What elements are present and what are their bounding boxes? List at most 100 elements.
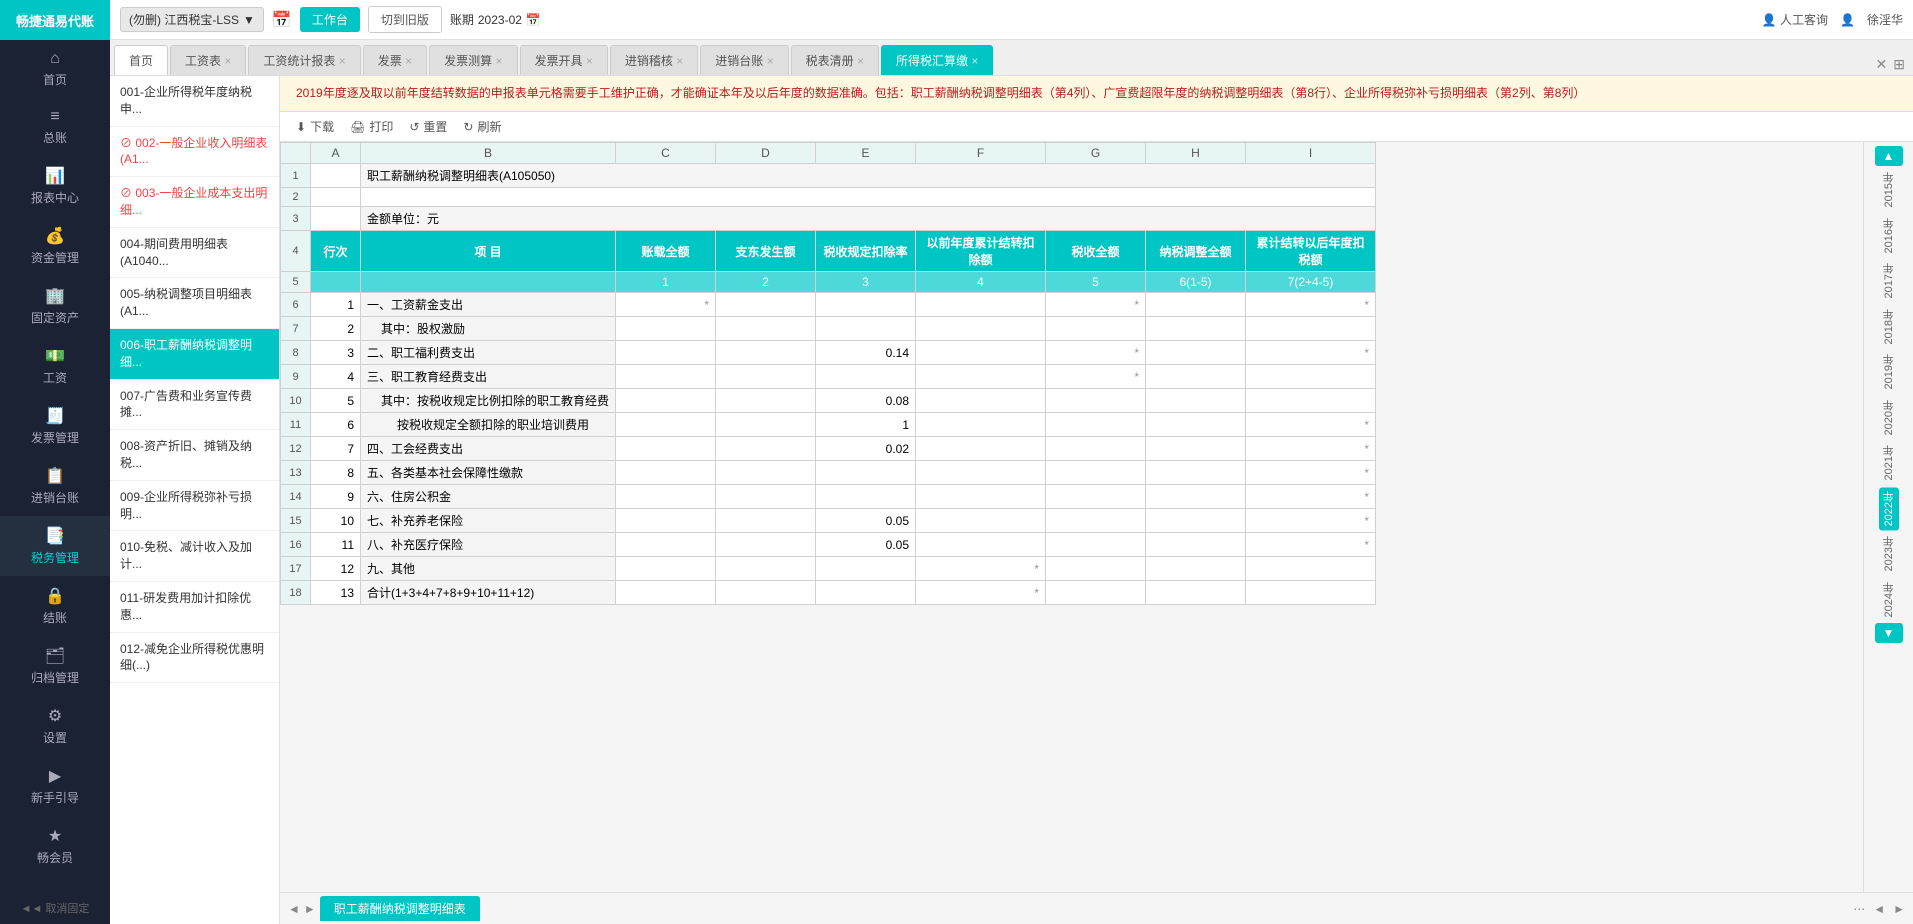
cell-h[interactable] (1146, 389, 1246, 413)
cell-item[interactable]: 六、住房公积金 (361, 485, 616, 509)
cell-c[interactable] (616, 365, 716, 389)
cell-g[interactable] (1046, 581, 1146, 605)
cell-d[interactable] (716, 437, 816, 461)
cell-i[interactable] (1246, 317, 1376, 341)
cell-e[interactable] (816, 461, 916, 485)
cell-g[interactable]: * (1046, 341, 1146, 365)
year-down-button[interactable]: ▼ (1875, 623, 1903, 643)
list-item-012[interactable]: 012-减免企业所得税优惠明细(...) (110, 633, 279, 684)
cell-i[interactable]: * (1246, 461, 1376, 485)
list-item-002[interactable]: ⊘ 002-一般企业收入明细表(A1... (110, 127, 279, 178)
sidebar-item-wages[interactable]: 💵 工资 (0, 336, 110, 396)
cell-i[interactable]: * (1246, 533, 1376, 557)
cell-item[interactable]: 四、工会经费支出 (361, 437, 616, 461)
tab-payroll-stats[interactable]: 工资统计报表 × (248, 45, 360, 75)
list-item-006[interactable]: 006-职工薪酬纳税调整明细... (110, 329, 279, 380)
list-item-011[interactable]: 011-研发费用加计扣除优惠... (110, 582, 279, 633)
sidebar-item-sales[interactable]: 📋 进销台账 (0, 456, 110, 516)
year-2022[interactable]: 2022年 (1879, 487, 1899, 530)
cell-g[interactable] (1046, 461, 1146, 485)
list-item-003[interactable]: ⊘ 003-一般企业成本支出明细... (110, 177, 279, 228)
unpin-button[interactable]: ◄◄ 取消固定 (0, 892, 110, 924)
year-2017[interactable]: 2017年 (1879, 259, 1899, 302)
cell-d[interactable] (716, 509, 816, 533)
sidebar-item-ledger[interactable]: ≡ 总账 (0, 98, 110, 156)
year-2016[interactable]: 2016年 (1879, 214, 1899, 257)
cell-g[interactable] (1046, 389, 1146, 413)
cell-i[interactable] (1246, 389, 1376, 413)
tab-purchase-verify[interactable]: 进销稽核 × (610, 45, 698, 75)
reset-button[interactable]: ↺ 重置 (409, 118, 447, 135)
cell-e[interactable] (816, 581, 916, 605)
scroll-right-icon[interactable]: ► (1893, 902, 1905, 916)
cell-e[interactable]: 1 (816, 413, 916, 437)
cell-A1[interactable] (311, 164, 361, 188)
year-up-button[interactable]: ▲ (1875, 146, 1903, 166)
cell-f[interactable] (916, 485, 1046, 509)
cell-item[interactable]: 按税收规定全额扣除的职业培训费用 (361, 413, 616, 437)
cell-e[interactable]: 0.02 (816, 437, 916, 461)
cell-item[interactable]: 合计(1+3+4+7+8+9+10+11+12) (361, 581, 616, 605)
tab-tax-clearance[interactable]: 税表清册 × (791, 45, 879, 75)
list-item-010[interactable]: 010-免税、减计收入及加计... (110, 531, 279, 582)
cell-e[interactable] (816, 293, 916, 317)
cell-c[interactable] (616, 413, 716, 437)
list-item-009[interactable]: 009-企业所得税弥补亏损明... (110, 481, 279, 532)
cell-f[interactable] (916, 341, 1046, 365)
cell-num[interactable]: 3 (311, 341, 361, 365)
cell-g[interactable] (1046, 437, 1146, 461)
cell-num[interactable]: 13 (311, 581, 361, 605)
tab-income-tax[interactable]: 所得税汇算缴 × (881, 45, 993, 75)
cell-item[interactable]: 五、各类基本社会保障性缴款 (361, 461, 616, 485)
cell-h[interactable] (1146, 293, 1246, 317)
cell-c[interactable] (616, 485, 716, 509)
tab-invoice-calc[interactable]: 发票测算 × (429, 45, 517, 75)
cell-i[interactable]: * (1246, 437, 1376, 461)
cell-item[interactable]: 其中：按税收规定比例扣除的职工教育经费 (361, 389, 616, 413)
cell-item[interactable]: 二、职工福利费支出 (361, 341, 616, 365)
cell-i[interactable]: * (1246, 341, 1376, 365)
cell-num[interactable]: 7 (311, 437, 361, 461)
sidebar-item-archive[interactable]: 🗂 归档管理 (0, 636, 110, 696)
scroll-left-icon[interactable]: ◄ (1873, 902, 1885, 916)
tab-home[interactable]: 首页 (114, 45, 168, 75)
refresh-button[interactable]: ↻ 刷新 (463, 118, 501, 135)
list-item-001[interactable]: 001-企业所得税年度纳税申... (110, 76, 279, 127)
cell-item[interactable]: 其中：股权激励 (361, 317, 616, 341)
cell-num[interactable]: 4 (311, 365, 361, 389)
cell-c[interactable] (616, 509, 716, 533)
cell-h[interactable] (1146, 509, 1246, 533)
cell-g[interactable] (1046, 509, 1146, 533)
tab-purchase-ledger[interactable]: 进销台账 × (700, 45, 788, 75)
cell-e[interactable]: 0.05 (816, 533, 916, 557)
cell-h[interactable] (1146, 341, 1246, 365)
sidebar-item-closing[interactable]: 🔒 结账 (0, 576, 110, 636)
sidebar-item-invoice[interactable]: 🧾 发票管理 (0, 396, 110, 456)
cell-num[interactable]: 8 (311, 461, 361, 485)
cell-g[interactable] (1046, 533, 1146, 557)
cell-c[interactable]: * (616, 293, 716, 317)
list-item-008[interactable]: 008-资产折旧、摊销及纳税... (110, 430, 279, 481)
cell-d[interactable] (716, 341, 816, 365)
sidebar-item-settings[interactable]: ⚙ 设置 (0, 696, 110, 756)
cell-i[interactable] (1246, 557, 1376, 581)
tab-payroll[interactable]: 工资表 × (170, 45, 246, 75)
year-2019[interactable]: 2019年 (1879, 350, 1899, 393)
workspace-button[interactable]: 工作台 (300, 7, 360, 32)
cell-e[interactable] (816, 365, 916, 389)
cell-item[interactable]: 七、补充养老保险 (361, 509, 616, 533)
sidebar-item-fixed[interactable]: 🏢 固定资产 (0, 276, 110, 336)
cell-d[interactable] (716, 581, 816, 605)
tab-invoice[interactable]: 发票 × (363, 45, 427, 75)
cell-num[interactable]: 1 (311, 293, 361, 317)
year-2024[interactable]: 2024年 (1879, 578, 1899, 621)
cell-c[interactable] (616, 557, 716, 581)
cell-f[interactable] (916, 293, 1046, 317)
maximize-icon[interactable]: ⊞ (1893, 56, 1905, 73)
cell-e[interactable] (816, 557, 916, 581)
service-button[interactable]: 👤 人工客询 (1762, 11, 1828, 28)
cell-g[interactable] (1046, 557, 1146, 581)
sidebar-item-tax[interactable]: 📑 税务管理 (0, 516, 110, 576)
cell-item[interactable]: 八、补充医疗保险 (361, 533, 616, 557)
year-2015[interactable]: 2015年 (1879, 168, 1899, 211)
